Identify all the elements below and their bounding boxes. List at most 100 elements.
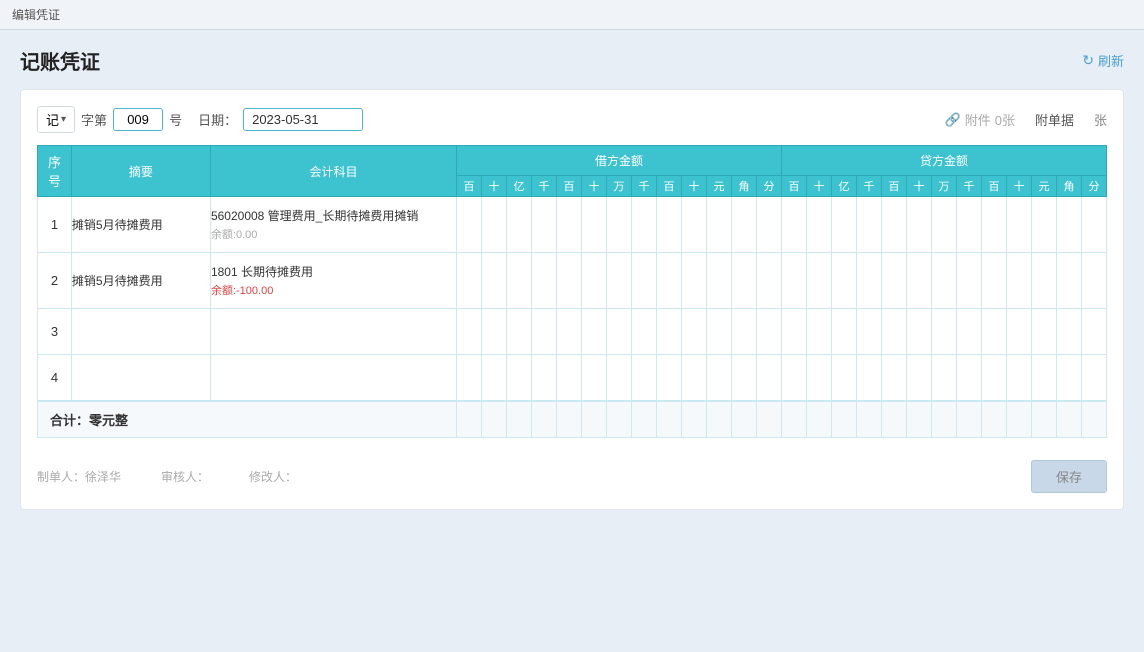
row-account-4[interactable] [210,355,456,401]
credit-digit-4-6[interactable] [931,355,956,401]
debit-digit-4-1[interactable] [481,355,506,401]
credit-digit-4-8[interactable] [981,355,1006,401]
row-summary-2[interactable]: 摊销5月待摊费用 [71,253,210,309]
row-account-2[interactable]: 1801 长期待摊费用余额:-100.00 [210,253,456,309]
credit-digit-4-7[interactable] [956,355,981,401]
credit-digit-3-4[interactable] [881,309,906,355]
credit-digit-4-10[interactable] [1031,355,1056,401]
credit-digit-3-5[interactable] [906,309,931,355]
debit-digit-2-2[interactable] [506,253,531,309]
debit-digit-4-11[interactable] [731,355,756,401]
save-button[interactable]: 保存 [1031,460,1107,493]
credit-digit-3-0[interactable] [781,309,806,355]
credit-digit-2-7[interactable] [956,253,981,309]
credit-digit-4-5[interactable] [906,355,931,401]
table-row[interactable]: 4 [38,355,1107,401]
type-dropdown[interactable]: 记 ▾ [37,106,75,133]
credit-digit-3-1[interactable] [806,309,831,355]
credit-digit-2-4[interactable] [881,253,906,309]
debit-digit-1-7[interactable] [631,197,656,253]
credit-digit-3-9[interactable] [1006,309,1031,355]
credit-digit-4-1[interactable] [806,355,831,401]
row-summary-4[interactable] [71,355,210,401]
credit-digit-1-8[interactable] [981,197,1006,253]
attach-single[interactable]: 附单据 [1035,110,1074,129]
debit-digit-4-9[interactable] [681,355,706,401]
row-account-1[interactable]: 56020008 管理费用_长期待摊费用摊销余额:0.00 [210,197,456,253]
credit-digit-4-9[interactable] [1006,355,1031,401]
debit-digit-4-3[interactable] [531,355,556,401]
credit-digit-2-12[interactable] [1081,253,1106,309]
credit-digit-2-3[interactable] [856,253,881,309]
credit-digit-4-11[interactable] [1056,355,1081,401]
debit-digit-1-2[interactable] [506,197,531,253]
debit-digit-1-9[interactable] [681,197,706,253]
credit-digit-4-0[interactable] [781,355,806,401]
debit-digit-2-10[interactable] [706,253,731,309]
debit-digit-1-10[interactable] [706,197,731,253]
table-row[interactable]: 1摊销5月待摊费用56020008 管理费用_长期待摊费用摊销余额:0.00 [38,197,1107,253]
credit-digit-1-10[interactable] [1031,197,1056,253]
refresh-button[interactable]: ↻ 刷新 [1082,51,1124,70]
debit-digit-4-0[interactable] [456,355,481,401]
debit-digit-1-4[interactable] [556,197,581,253]
debit-digit-4-5[interactable] [581,355,606,401]
debit-digit-2-7[interactable] [631,253,656,309]
credit-digit-2-9[interactable] [1006,253,1031,309]
debit-digit-4-2[interactable] [506,355,531,401]
date-input[interactable] [243,108,363,131]
credit-digit-3-12[interactable] [1081,309,1106,355]
credit-digit-2-11[interactable] [1056,253,1081,309]
debit-digit-4-10[interactable] [706,355,731,401]
debit-digit-2-1[interactable] [481,253,506,309]
debit-digit-3-2[interactable] [506,309,531,355]
credit-digit-3-11[interactable] [1056,309,1081,355]
table-row[interactable]: 2摊销5月待摊费用1801 长期待摊费用余额:-100.00 [38,253,1107,309]
credit-digit-2-6[interactable] [931,253,956,309]
credit-digit-1-7[interactable] [956,197,981,253]
debit-digit-3-12[interactable] [756,309,781,355]
debit-digit-4-8[interactable] [656,355,681,401]
debit-digit-4-6[interactable] [606,355,631,401]
row-summary-1[interactable]: 摊销5月待摊费用 [71,197,210,253]
debit-digit-1-6[interactable] [606,197,631,253]
debit-digit-1-3[interactable] [531,197,556,253]
credit-digit-4-12[interactable] [1081,355,1106,401]
debit-digit-1-0[interactable] [456,197,481,253]
credit-digit-1-11[interactable] [1056,197,1081,253]
credit-digit-2-0[interactable] [781,253,806,309]
table-row[interactable]: 3 [38,309,1107,355]
debit-digit-3-11[interactable] [731,309,756,355]
credit-digit-4-4[interactable] [881,355,906,401]
debit-digit-2-5[interactable] [581,253,606,309]
debit-digit-1-12[interactable] [756,197,781,253]
debit-digit-3-9[interactable] [681,309,706,355]
row-summary-3[interactable] [71,309,210,355]
credit-digit-2-2[interactable] [831,253,856,309]
debit-digit-3-0[interactable] [456,309,481,355]
credit-digit-3-10[interactable] [1031,309,1056,355]
debit-digit-1-11[interactable] [731,197,756,253]
credit-digit-3-7[interactable] [956,309,981,355]
debit-digit-1-1[interactable] [481,197,506,253]
credit-digit-1-0[interactable] [781,197,806,253]
debit-digit-2-0[interactable] [456,253,481,309]
credit-digit-1-5[interactable] [906,197,931,253]
debit-digit-3-4[interactable] [556,309,581,355]
row-account-3[interactable] [210,309,456,355]
credit-digit-1-4[interactable] [881,197,906,253]
debit-digit-3-10[interactable] [706,309,731,355]
credit-digit-2-8[interactable] [981,253,1006,309]
credit-digit-3-3[interactable] [856,309,881,355]
debit-digit-2-11[interactable] [731,253,756,309]
credit-digit-4-3[interactable] [856,355,881,401]
debit-digit-4-12[interactable] [756,355,781,401]
credit-digit-3-8[interactable] [981,309,1006,355]
debit-digit-2-4[interactable] [556,253,581,309]
credit-digit-1-2[interactable] [831,197,856,253]
credit-digit-2-10[interactable] [1031,253,1056,309]
debit-digit-1-5[interactable] [581,197,606,253]
debit-digit-2-9[interactable] [681,253,706,309]
debit-digit-2-12[interactable] [756,253,781,309]
credit-digit-1-3[interactable] [856,197,881,253]
